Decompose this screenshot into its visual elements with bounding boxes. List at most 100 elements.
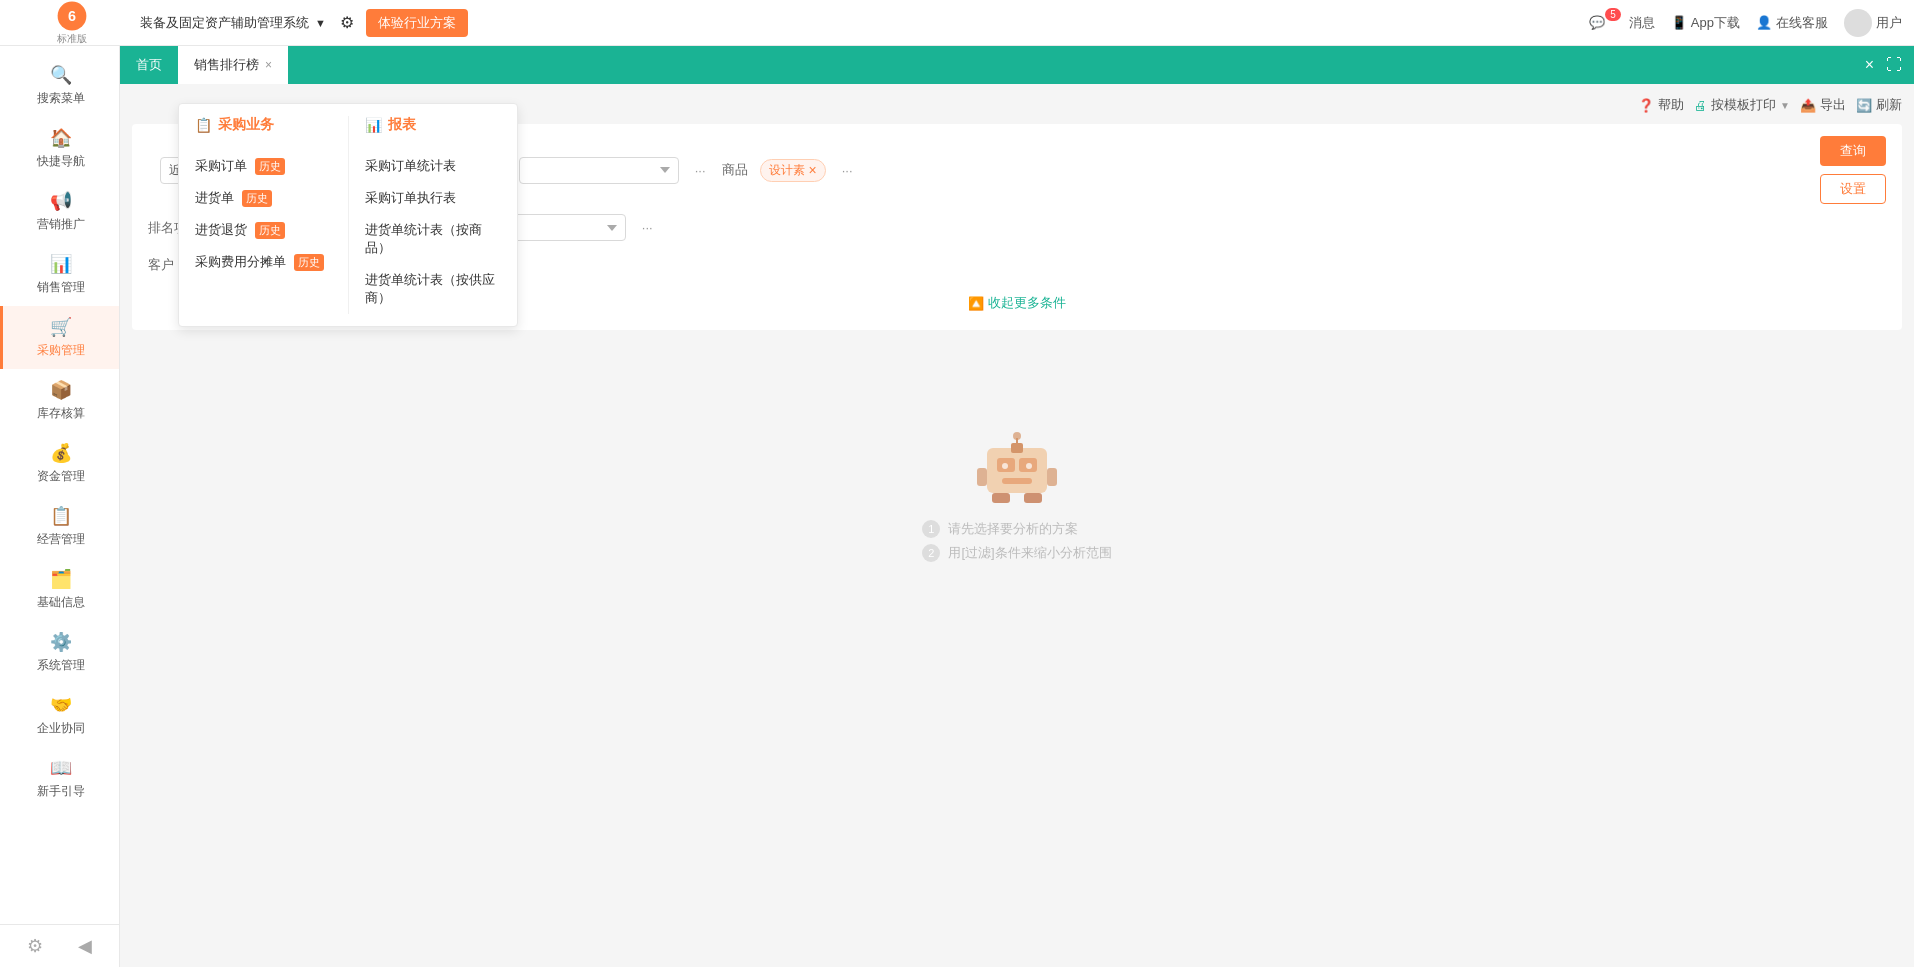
inbound-stat-supplier-label: 进货单统计表（按供应商） (365, 271, 502, 307)
svg-rect-14 (1024, 493, 1042, 503)
help-btn[interactable]: ❓ 帮助 (1638, 96, 1684, 114)
online-service-label: 在线客服 (1776, 14, 1828, 32)
tab-bar: 首页 📋 采购业务 采购订单 历史 (120, 46, 1914, 84)
system-dropdown-arrow[interactable]: ▼ (315, 17, 326, 29)
system-icon: ⚙️ (50, 631, 72, 653)
sidebar-settings-icon[interactable]: ⚙ (27, 935, 43, 957)
print-dropdown-arrow: ▼ (1780, 100, 1790, 111)
sidebar-collapse-icon[interactable]: ◀ (78, 935, 92, 957)
sidebar-item-search[interactable]: 🔍 搜索菜单 (0, 54, 119, 117)
inbound-return-history-badge: 历史 (255, 222, 285, 239)
svg-point-7 (1026, 463, 1032, 469)
sidebar-item-search-label: 搜索菜单 (37, 90, 85, 107)
tab-expand-icon[interactable]: ⛶ (1882, 54, 1906, 76)
goods-chip: 设计素 × (760, 159, 826, 182)
purchase-order-stat-label: 采购订单统计表 (365, 157, 456, 175)
collapse-arrow-icon: 🔼 (968, 296, 984, 311)
sidebar-item-inventory[interactable]: 📦 库存核算 (0, 369, 119, 432)
tab-sales-ranking-label: 销售排行榜 (194, 56, 259, 74)
sidebar-item-operations[interactable]: 📋 经营管理 (0, 495, 119, 558)
inbound-stat-supplier-item[interactable]: 进货单统计表（按供应商） (365, 264, 502, 314)
refresh-icon: 🔄 (1856, 98, 1872, 113)
sidebar-item-marketing-label: 营销推广 (37, 216, 85, 233)
collapse-label: 收起更多条件 (988, 294, 1066, 312)
inbound-stat-goods-label: 进货单统计表（按商品） (365, 221, 502, 257)
gear-icon[interactable]: ⚙ (340, 13, 354, 32)
sidebar-item-collab[interactable]: 🤝 企业协同 (0, 684, 119, 747)
sidebar-item-basic[interactable]: 🗂️ 基础信息 (0, 558, 119, 621)
help-label: 帮助 (1658, 96, 1684, 114)
purchase-order-stat-item[interactable]: 采购订单统计表 (365, 150, 502, 182)
sidebar-item-purchase[interactable]: 🛒 采购管理 (0, 306, 119, 369)
empty-step-2-label: 用[过滤]条件来缩小分析范围 (948, 544, 1111, 562)
app-download-btn[interactable]: 📱 App下载 (1671, 14, 1740, 32)
sidebar: 🔍 搜索菜单 🏠 快捷导航 📢 营销推广 📊 销售管理 🛒 采购管理 📦 库存核… (0, 46, 120, 967)
sidebar-item-guide[interactable]: 📖 新手引导 (0, 747, 119, 810)
salesperson-ellipsis[interactable]: ··· (638, 220, 657, 235)
tab-window-close-icon[interactable]: × (1861, 54, 1878, 76)
sidebar-item-marketing[interactable]: 📢 营销推广 (0, 180, 119, 243)
message-icon: 💬 (1589, 15, 1605, 30)
sidebar-item-sales-label: 销售管理 (37, 279, 85, 296)
logo: 6 标准版 (12, 0, 132, 46)
svg-rect-11 (977, 468, 987, 486)
inbound-stat-goods-item[interactable]: 进货单统计表（按商品） (365, 214, 502, 264)
phone-icon: 📱 (1671, 15, 1687, 30)
logo-label: 标准版 (57, 32, 87, 46)
settings-btn[interactable]: 设置 (1820, 174, 1886, 204)
inbound-return-label: 进货退货 (195, 221, 247, 239)
tab-home[interactable]: 首页 (120, 46, 178, 84)
export-btn[interactable]: 📤 导出 (1800, 96, 1846, 114)
purchase-order-exec-item[interactable]: 采购订单执行表 (365, 182, 502, 214)
filter-actions: 查询 设置 (1820, 136, 1886, 204)
inbound-bill-item[interactable]: 进货单 历史 (195, 182, 332, 214)
step-num-1: 1 (922, 520, 940, 538)
purchase-order-item[interactable]: 采购订单 历史 (195, 150, 332, 182)
msg-label: 消息 (1629, 14, 1655, 32)
goods-chip-remove[interactable]: × (809, 162, 817, 178)
messages-btn[interactable]: 💬 5 消息 (1589, 14, 1655, 32)
user-area[interactable]: 用户 (1844, 9, 1902, 37)
print-template-btn[interactable]: 🖨 按模板打印 ▼ (1694, 96, 1790, 114)
purchase-report-title: 📊 报表 (365, 116, 502, 140)
purchase-order-history-badge: 历史 (255, 158, 285, 175)
purchase-order-label: 采购订单 (195, 157, 247, 175)
empty-step-1: 1 请先选择要分析的方案 (922, 520, 1111, 538)
sidebar-item-operations-label: 经营管理 (37, 531, 85, 548)
collab-icon: 🤝 (50, 694, 72, 716)
sidebar-item-home-label: 快捷导航 (37, 153, 85, 170)
sidebar-item-finance[interactable]: 💰 资金管理 (0, 432, 119, 495)
empty-steps: 1 请先选择要分析的方案 2 用[过滤]条件来缩小分析范围 (922, 520, 1111, 562)
purchase-expense-item[interactable]: 采购费用分摊单 历史 (195, 246, 332, 278)
empty-step-2: 2 用[过滤]条件来缩小分析范围 (922, 544, 1111, 562)
empty-state-illustration (967, 418, 1067, 508)
sidebar-item-sales[interactable]: 📊 销售管理 (0, 243, 119, 306)
online-service-btn[interactable]: 👤 在线客服 (1756, 14, 1828, 32)
business-icon: 📋 (195, 117, 212, 133)
industry-btn[interactable]: 体验行业方案 (366, 9, 468, 37)
basic-icon: 🗂️ (50, 568, 72, 590)
refresh-btn[interactable]: 🔄 刷新 (1856, 96, 1902, 114)
app-logo-icon: 6 (56, 0, 88, 32)
inbound-return-item[interactable]: 进货退货 历史 (195, 214, 332, 246)
topbar: 6 标准版 装备及固定资产辅助管理系统 ▼ ⚙ 体验行业方案 💬 5 消息 📱 … (0, 0, 1914, 46)
inventory-icon: 📦 (50, 379, 72, 401)
sidebar-item-home[interactable]: 🏠 快捷导航 (0, 117, 119, 180)
sidebar-item-basic-label: 基础信息 (37, 594, 85, 611)
svg-rect-12 (1047, 468, 1057, 486)
tab-sales-ranking[interactable]: 销售排行榜 × (178, 46, 288, 84)
sidebar-item-system[interactable]: ⚙️ 系统管理 (0, 621, 119, 684)
goods-ellipsis[interactable]: ··· (838, 163, 857, 178)
sidebar-bottom: ⚙ ◀ (0, 924, 119, 967)
sales-icon: 📊 (50, 253, 72, 275)
voucher-status-ellipsis[interactable]: ··· (691, 163, 710, 178)
user-avatar (1844, 9, 1872, 37)
voucher-status-select[interactable] (519, 157, 679, 184)
purchase-report-col: 📊 报表 采购订单统计表 采购订单执行表 进货单统计表（按商品） (348, 116, 518, 314)
content-area: 首页 📋 采购业务 采购订单 历史 (120, 46, 1914, 967)
purchase-dropdown-menu: 📋 采购业务 采购订单 历史 进货单 历史 进货退货 (178, 103, 518, 327)
query-btn[interactable]: 查询 (1820, 136, 1886, 166)
tab-close-icon[interactable]: × (265, 58, 272, 72)
user-label: 用户 (1876, 14, 1902, 32)
inbound-bill-label: 进货单 (195, 189, 234, 207)
